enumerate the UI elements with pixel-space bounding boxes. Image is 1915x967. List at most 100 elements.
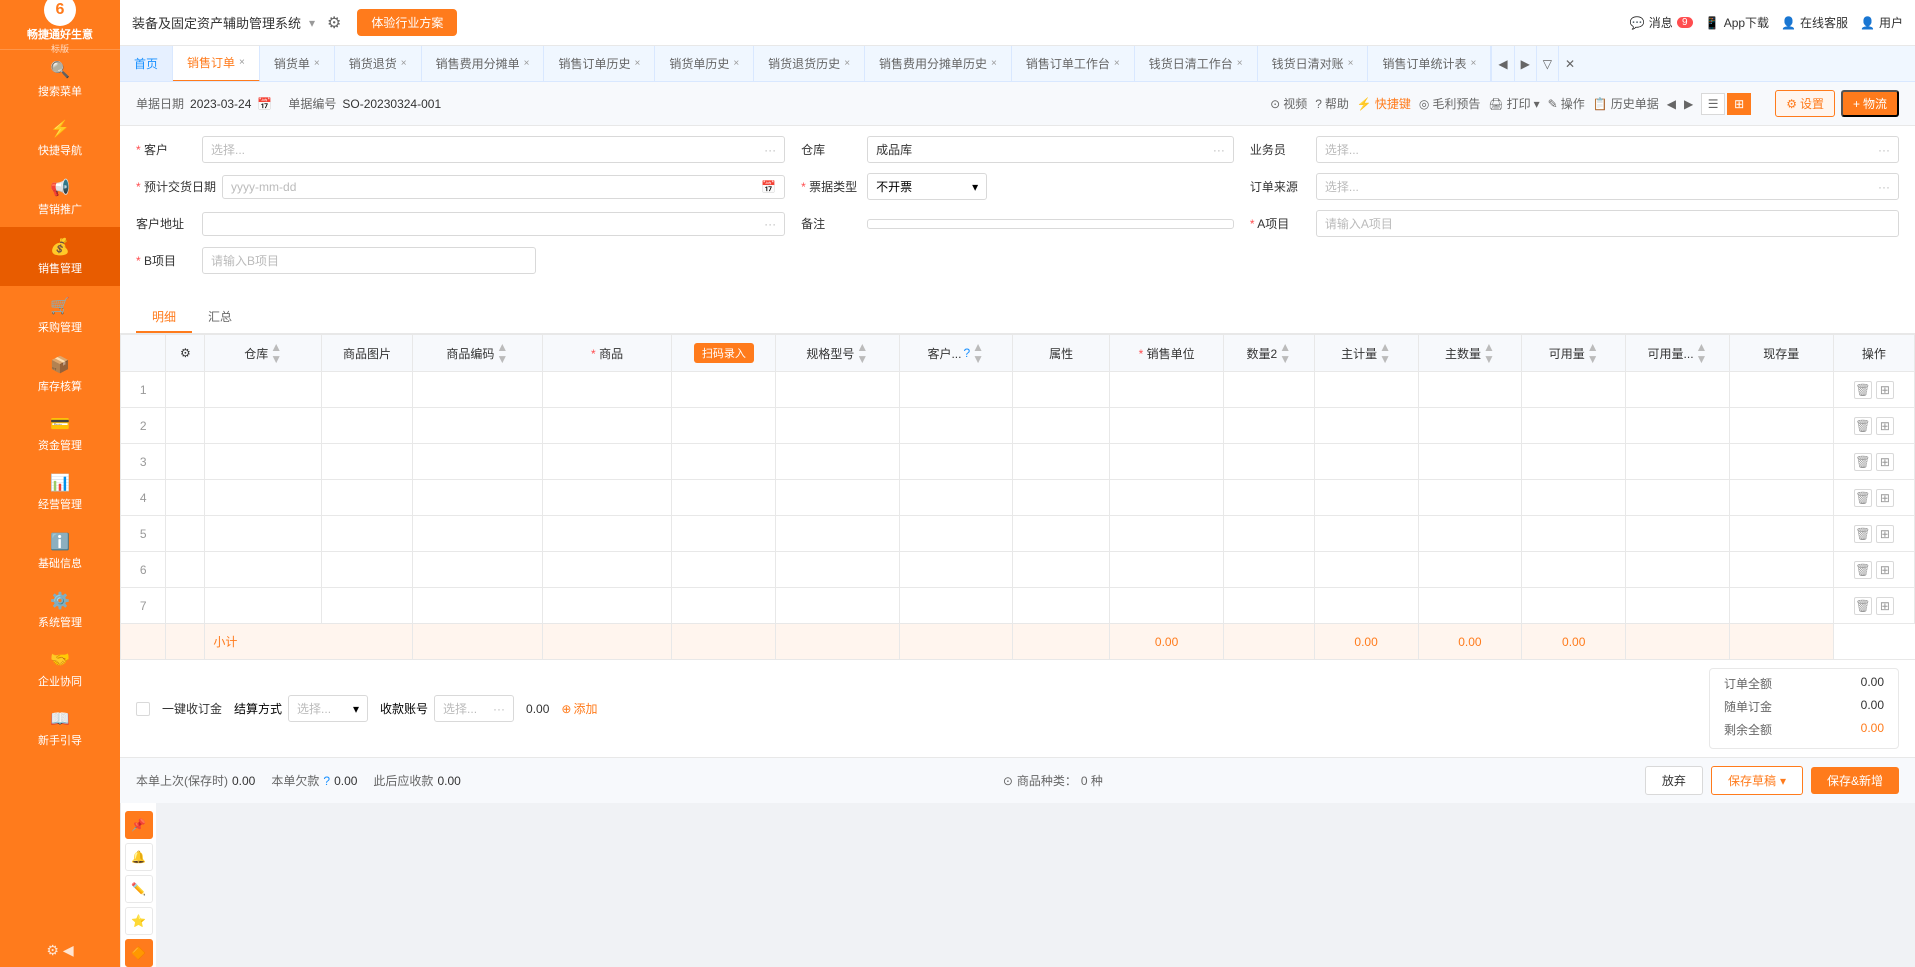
tab-return-history[interactable]: 销货退货历史 × [754,46,865,82]
row-main-unit[interactable] [1314,588,1418,624]
profit-action-btn[interactable]: ◎ 毛利预告 [1419,95,1481,112]
row-main-qty[interactable] [1418,588,1522,624]
tab-sales-return[interactable]: 销货退货 × [335,46,422,82]
row-qty2[interactable] [1223,552,1314,588]
row-unit[interactable] [1110,588,1224,624]
row-cust-code[interactable] [899,444,1013,480]
topbar-dropdown-arrow[interactable]: ▾ [309,16,315,30]
row-attr[interactable] [1013,408,1110,444]
row-main-qty[interactable] [1418,516,1522,552]
row-stock[interactable] [1729,552,1833,588]
row-qty2[interactable] [1223,408,1314,444]
sidebar-item-guide[interactable]: 📖 新手引导 [0,699,120,758]
row-product[interactable] [542,372,672,408]
tab-close-all-btn[interactable]: ✕ [1558,46,1581,82]
row-delete-btn[interactable]: 🗑 [1854,561,1872,579]
tab-cash-workbench-close[interactable]: × [1237,58,1243,69]
account-ellipsis[interactable]: ··· [493,702,505,716]
view-action-btn[interactable]: ⊙ 视频 [1270,95,1307,112]
row-warehouse[interactable] [205,408,322,444]
tab-home[interactable]: 首页 [120,46,173,82]
ops-action-btn[interactable]: ✎ 操作 [1548,95,1585,112]
row-attr[interactable] [1013,588,1110,624]
staff-input[interactable]: 选择... ··· [1316,136,1899,163]
row-main-qty[interactable] [1418,408,1522,444]
settlement-select[interactable]: 选择... ▾ [288,695,368,722]
logistics-button[interactable]: + 物流 [1841,90,1899,117]
row-avail[interactable] [1522,408,1626,444]
row-spec[interactable] [776,408,899,444]
row-warehouse[interactable] [205,588,322,624]
row-unit[interactable] [1110,444,1224,480]
topbar-settings-icon[interactable]: ⚙ [327,13,341,33]
customer-input[interactable]: 选择... ··· [202,136,785,163]
row-code[interactable] [412,408,542,444]
discard-button[interactable]: 放弃 [1645,766,1703,795]
th-settings[interactable]: ⚙ [166,335,205,372]
row-avail[interactable] [1522,516,1626,552]
warehouse-ellipsis[interactable]: ··· [1213,143,1225,157]
row-unit[interactable] [1110,516,1224,552]
row-warehouse[interactable] [205,372,322,408]
row-stock[interactable] [1729,408,1833,444]
save-draft-button[interactable]: 保存草稿 ▾ [1711,766,1803,795]
row-main-qty[interactable] [1418,444,1522,480]
row-delete-btn[interactable]: 🗑 [1854,597,1872,615]
note-input[interactable] [867,219,1234,229]
row-spec[interactable] [776,588,899,624]
row-delete-btn[interactable]: 🗑 [1854,453,1872,471]
row-product[interactable] [542,444,672,480]
row-cust-code[interactable] [899,588,1013,624]
row-stock[interactable] [1729,480,1833,516]
row-code[interactable] [412,552,542,588]
row-delete-btn[interactable]: 🗑 [1854,525,1872,543]
detail-tab-huizong[interactable]: 汇总 [192,302,248,333]
tab-sales-goods-close[interactable]: × [314,58,320,69]
settings-button[interactable]: ⚙ 设置 [1775,90,1835,117]
row-delete-btn[interactable]: 🗑 [1854,489,1872,507]
row-attr[interactable] [1013,552,1110,588]
invoice-select[interactable]: 不开票 ▾ [867,173,987,200]
order-source-input[interactable]: 选择... ··· [1316,173,1899,200]
row-main-unit[interactable] [1314,372,1418,408]
row-avail2[interactable] [1626,444,1730,480]
staff-ellipsis[interactable]: ··· [1878,143,1890,157]
row-code[interactable] [412,516,542,552]
delivery-input[interactable]: yyyy-mm-dd 📅 [222,175,785,199]
row-img[interactable] [322,408,413,444]
row-avail[interactable] [1522,588,1626,624]
row-qty2[interactable] [1223,516,1314,552]
row-unit[interactable] [1110,408,1224,444]
tab-sales-return-close[interactable]: × [401,58,407,69]
sidebar-item-sales[interactable]: 💰 销售管理 [0,227,120,286]
address-ellipsis[interactable]: ··· [764,217,776,231]
tab-expense-history[interactable]: 销售费用分摊单历史 × [865,46,1012,82]
row-warehouse[interactable] [205,480,322,516]
sidebar-item-system[interactable]: ⚙️ 系统管理 [0,581,120,640]
sidebar-item-finance[interactable]: 💳 资金管理 [0,404,120,463]
row-img[interactable] [322,552,413,588]
tab-sales-order[interactable]: 销售订单 × [173,46,260,82]
row-copy-btn[interactable]: ⊞ [1876,417,1894,435]
row-qty2[interactable] [1223,372,1314,408]
row-unit[interactable] [1110,372,1224,408]
row-warehouse[interactable] [205,444,322,480]
row-code[interactable] [412,444,542,480]
row-main-qty[interactable] [1418,480,1522,516]
tab-sales-order-close[interactable]: × [239,57,245,68]
tab-order-workbench[interactable]: 销售订单工作台 × [1012,46,1135,82]
table-wrapper[interactable]: ⚙ 仓库 ▲▼ 商品图片 [120,334,1915,659]
sidebar-item-purchase[interactable]: 🛒 采购管理 [0,286,120,345]
row-avail2[interactable] [1626,372,1730,408]
row-copy-btn[interactable]: ⊞ [1876,453,1894,471]
sidebar-item-search[interactable]: 🔍 搜索菜单 [0,50,120,109]
help-action-btn[interactable]: ? 帮助 [1315,95,1349,112]
row-cust-code[interactable] [899,408,1013,444]
row-delete-btn[interactable]: 🗑 [1854,381,1872,399]
row-stock[interactable] [1729,516,1833,552]
row-img[interactable] [322,444,413,480]
row-copy-btn[interactable]: ⊞ [1876,525,1894,543]
right-panel-btn-5[interactable]: 🔶 [125,939,153,967]
row-warehouse[interactable] [205,516,322,552]
row-attr[interactable] [1013,444,1110,480]
